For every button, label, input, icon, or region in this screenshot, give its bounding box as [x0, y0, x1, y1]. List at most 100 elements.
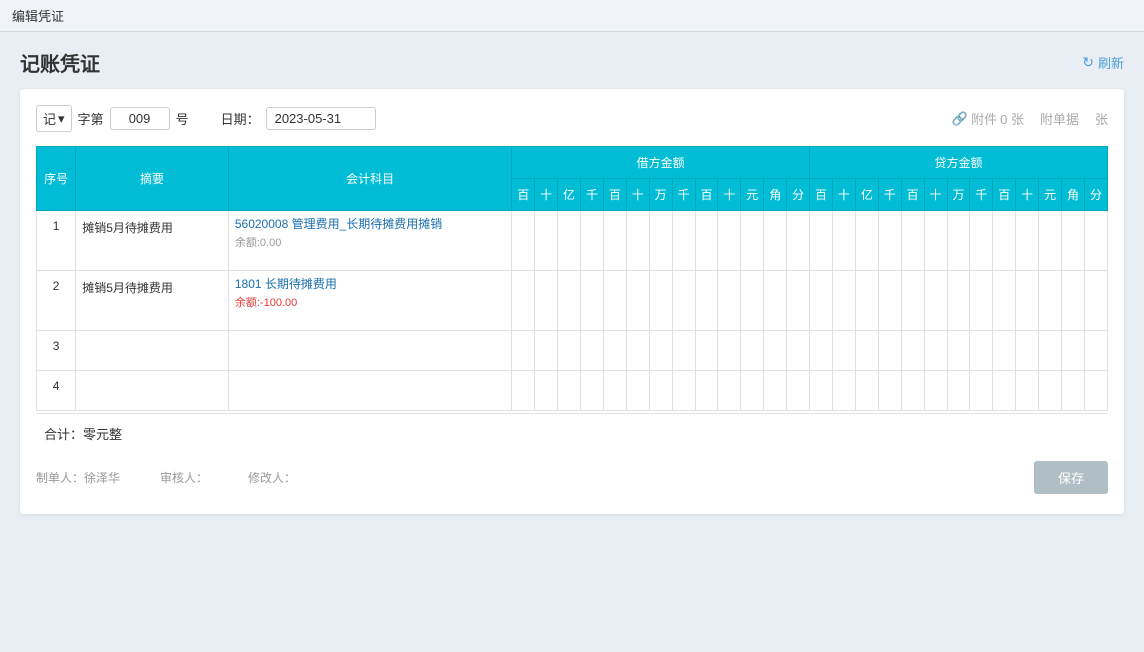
- debit-cell-2[interactable]: [558, 211, 581, 271]
- credit-cell-10[interactable]: [1039, 271, 1062, 331]
- debit-cell-9[interactable]: [718, 211, 741, 271]
- debit-cell-7[interactable]: [672, 211, 695, 271]
- debit-cell-7[interactable]: [672, 331, 695, 371]
- credit-cell-3[interactable]: [878, 211, 901, 271]
- debit-cell-12[interactable]: [787, 211, 810, 271]
- debit-cell-8[interactable]: [695, 271, 718, 331]
- debit-cell-4[interactable]: [603, 271, 626, 331]
- credit-cell-5[interactable]: [924, 271, 947, 331]
- credit-cell-2[interactable]: [855, 371, 878, 411]
- debit-cell-4[interactable]: [603, 371, 626, 411]
- debit-cell-10[interactable]: [741, 211, 764, 271]
- credit-cell-7[interactable]: [970, 331, 993, 371]
- credit-cell-3[interactable]: [878, 371, 901, 411]
- credit-cell-7[interactable]: [970, 371, 993, 411]
- save-button[interactable]: 保存: [1034, 461, 1108, 494]
- cell-summary[interactable]: [76, 331, 229, 371]
- credit-cell-11[interactable]: [1062, 331, 1085, 371]
- credit-cell-5[interactable]: [924, 211, 947, 271]
- credit-cell-3[interactable]: [878, 271, 901, 331]
- credit-cell-6[interactable]: [947, 211, 970, 271]
- type-select[interactable]: 记 ▾: [36, 105, 72, 132]
- debit-cell-12[interactable]: [787, 331, 810, 371]
- voucher-number-input[interactable]: [110, 107, 170, 130]
- debit-cell-6[interactable]: [649, 331, 672, 371]
- credit-cell-2[interactable]: [855, 331, 878, 371]
- credit-cell-12[interactable]: [1084, 371, 1107, 411]
- credit-cell-7[interactable]: [970, 271, 993, 331]
- credit-cell-10[interactable]: [1039, 331, 1062, 371]
- credit-cell-6[interactable]: [947, 371, 970, 411]
- credit-cell-8[interactable]: [993, 331, 1016, 371]
- attach-link[interactable]: 🔗 附件 0 张: [952, 109, 1024, 128]
- credit-cell-0[interactable]: [810, 331, 833, 371]
- credit-cell-8[interactable]: [993, 211, 1016, 271]
- debit-cell-1[interactable]: [535, 371, 558, 411]
- debit-cell-1[interactable]: [535, 331, 558, 371]
- debit-cell-10[interactable]: [741, 271, 764, 331]
- debit-cell-2[interactable]: [558, 331, 581, 371]
- debit-cell-5[interactable]: [626, 371, 649, 411]
- credit-cell-9[interactable]: [1016, 331, 1039, 371]
- cell-account[interactable]: [228, 331, 511, 371]
- credit-cell-2[interactable]: [855, 271, 878, 331]
- credit-cell-11[interactable]: [1062, 371, 1085, 411]
- credit-cell-7[interactable]: [970, 211, 993, 271]
- credit-cell-0[interactable]: [810, 271, 833, 331]
- debit-cell-3[interactable]: [581, 331, 604, 371]
- debit-cell-11[interactable]: [764, 331, 787, 371]
- cell-account[interactable]: 56020008 管理费用_长期待摊费用摊销余额:0.00: [228, 211, 511, 271]
- debit-cell-0[interactable]: [512, 371, 535, 411]
- debit-cell-4[interactable]: [603, 211, 626, 271]
- debit-cell-7[interactable]: [672, 271, 695, 331]
- debit-cell-9[interactable]: [718, 271, 741, 331]
- credit-cell-1[interactable]: [832, 211, 855, 271]
- debit-cell-11[interactable]: [764, 371, 787, 411]
- debit-cell-11[interactable]: [764, 211, 787, 271]
- credit-cell-2[interactable]: [855, 211, 878, 271]
- credit-cell-10[interactable]: [1039, 211, 1062, 271]
- credit-cell-1[interactable]: [832, 371, 855, 411]
- credit-cell-12[interactable]: [1084, 331, 1107, 371]
- debit-cell-3[interactable]: [581, 271, 604, 331]
- debit-cell-0[interactable]: [512, 331, 535, 371]
- debit-cell-1[interactable]: [535, 211, 558, 271]
- credit-cell-5[interactable]: [924, 371, 947, 411]
- credit-cell-9[interactable]: [1016, 371, 1039, 411]
- debit-cell-0[interactable]: [512, 211, 535, 271]
- debit-cell-10[interactable]: [741, 371, 764, 411]
- credit-cell-6[interactable]: [947, 331, 970, 371]
- cell-account[interactable]: [228, 371, 511, 411]
- debit-cell-2[interactable]: [558, 271, 581, 331]
- credit-cell-4[interactable]: [901, 271, 924, 331]
- debit-cell-8[interactable]: [695, 371, 718, 411]
- debit-cell-5[interactable]: [626, 331, 649, 371]
- cell-summary[interactable]: 摊销5月待摊费用: [76, 271, 229, 331]
- credit-cell-0[interactable]: [810, 211, 833, 271]
- cell-account[interactable]: 1801 长期待摊费用余额:-100.00: [228, 271, 511, 331]
- refresh-button[interactable]: ↻ 刷新: [1082, 53, 1124, 72]
- credit-cell-8[interactable]: [993, 371, 1016, 411]
- debit-cell-5[interactable]: [626, 211, 649, 271]
- debit-cell-6[interactable]: [649, 271, 672, 331]
- cell-summary[interactable]: [76, 371, 229, 411]
- debit-cell-6[interactable]: [649, 211, 672, 271]
- debit-cell-10[interactable]: [741, 331, 764, 371]
- debit-cell-11[interactable]: [764, 271, 787, 331]
- debit-cell-1[interactable]: [535, 271, 558, 331]
- credit-cell-4[interactable]: [901, 371, 924, 411]
- debit-cell-9[interactable]: [718, 371, 741, 411]
- debit-cell-4[interactable]: [603, 331, 626, 371]
- credit-cell-10[interactable]: [1039, 371, 1062, 411]
- debit-cell-9[interactable]: [718, 331, 741, 371]
- credit-cell-0[interactable]: [810, 371, 833, 411]
- debit-cell-6[interactable]: [649, 371, 672, 411]
- credit-cell-11[interactable]: [1062, 211, 1085, 271]
- cell-summary[interactable]: 摊销5月待摊费用: [76, 211, 229, 271]
- debit-cell-3[interactable]: [581, 211, 604, 271]
- debit-cell-7[interactable]: [672, 371, 695, 411]
- debit-cell-0[interactable]: [512, 271, 535, 331]
- debit-cell-8[interactable]: [695, 331, 718, 371]
- credit-cell-9[interactable]: [1016, 211, 1039, 271]
- credit-cell-11[interactable]: [1062, 271, 1085, 331]
